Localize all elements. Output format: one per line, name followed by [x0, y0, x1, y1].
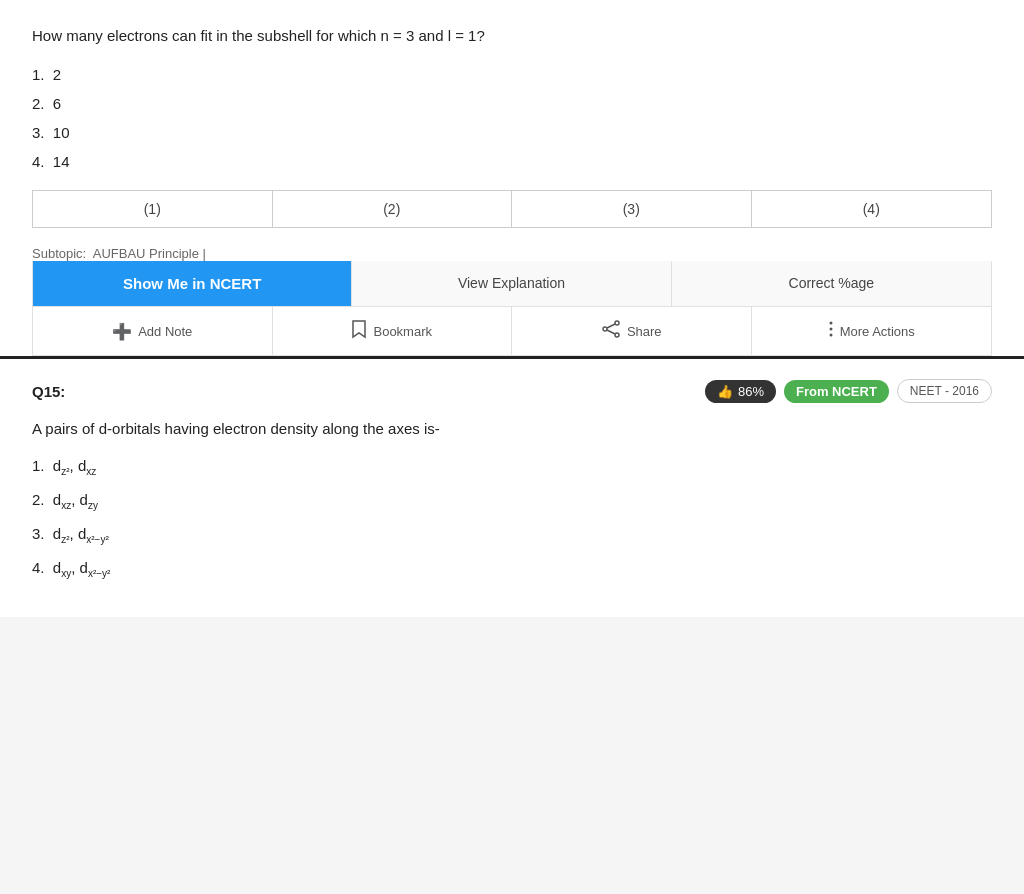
svg-point-1 — [615, 333, 619, 337]
option-2-value: 6 — [53, 95, 61, 112]
option-3-value: 10 — [53, 124, 70, 141]
exam-badge-label: NEET - 2016 — [910, 384, 979, 398]
question-15-options: 1. dz², dxz 2. dxz, dzy 3. dz², dx²−y² 4… — [32, 457, 992, 579]
like-badge: 👍 86% — [705, 380, 776, 403]
svg-point-6 — [829, 328, 832, 331]
q15-badges: 👍 86% From NCERT NEET - 2016 — [705, 379, 992, 403]
subtopic-value: AUFBAU Principle | — [93, 246, 206, 261]
action-bar: Show Me in NCERT View Explanation Correc… — [32, 261, 992, 307]
option-2[interactable]: 2. 6 — [32, 95, 992, 112]
more-actions-icon — [828, 320, 834, 342]
svg-point-0 — [615, 321, 619, 325]
more-actions-label: More Actions — [840, 324, 915, 339]
option-4-value: 14 — [53, 153, 70, 170]
add-note-button[interactable]: ➕ Add Note — [33, 307, 273, 355]
correct-percentage-button[interactable]: Correct %age — [672, 261, 991, 306]
option-1[interactable]: 1. 2 — [32, 66, 992, 83]
share-button[interactable]: Share — [512, 307, 752, 355]
option-3-number: 3. — [32, 124, 45, 141]
answer-cell-3[interactable]: (3) — [512, 191, 752, 227]
bookmark-button[interactable]: Bookmark — [273, 307, 513, 355]
ncert-badge: From NCERT — [784, 380, 889, 403]
question-14-block: How many electrons can fit in the subshe… — [0, 0, 1024, 356]
svg-point-7 — [829, 334, 832, 337]
q15-number: Q15: — [32, 383, 65, 400]
share-icon — [601, 320, 621, 342]
q15-option-2-number: 2. — [32, 491, 45, 508]
svg-line-4 — [607, 330, 615, 334]
view-explanation-button[interactable]: View Explanation — [352, 261, 671, 306]
option-4[interactable]: 4. 14 — [32, 153, 992, 170]
subtopic-row: Subtopic: AUFBAU Principle | — [32, 238, 992, 261]
q15-option-2[interactable]: 2. dxz, dzy — [32, 491, 992, 511]
question-14-options: 1. 2 2. 6 3. 10 4. 14 — [32, 66, 992, 170]
q15-header: Q15: 👍 86% From NCERT NEET - 2016 — [32, 379, 992, 403]
add-note-icon: ➕ — [112, 322, 132, 341]
q15-option-4[interactable]: 4. dxy, dx²−y² — [32, 559, 992, 579]
q15-option-4-number: 4. — [32, 559, 45, 576]
option-1-number: 1. — [32, 66, 45, 83]
show-ncert-button[interactable]: Show Me in NCERT — [33, 261, 352, 306]
exam-badge: NEET - 2016 — [897, 379, 992, 403]
q15-option-3[interactable]: 3. dz², dx²−y² — [32, 525, 992, 545]
option-3[interactable]: 3. 10 — [32, 124, 992, 141]
ncert-badge-label: From NCERT — [796, 384, 877, 399]
q15-option-1[interactable]: 1. dz², dxz — [32, 457, 992, 477]
svg-line-3 — [607, 324, 615, 328]
option-1-value: 2 — [53, 66, 61, 83]
q15-option-1-number: 1. — [32, 457, 45, 474]
question-15-text: A pairs of d-orbitals having electron de… — [32, 417, 992, 441]
add-note-label: Add Note — [138, 324, 192, 339]
share-label: Share — [627, 324, 662, 339]
answer-cell-1[interactable]: (1) — [33, 191, 273, 227]
more-actions-button[interactable]: More Actions — [752, 307, 992, 355]
answer-grid: (1) (2) (3) (4) — [32, 190, 992, 228]
q15-option-3-number: 3. — [32, 525, 45, 542]
question-14-text: How many electrons can fit in the subshe… — [32, 24, 992, 48]
icon-bar: ➕ Add Note Bookmark — [32, 307, 992, 356]
answer-cell-4[interactable]: (4) — [752, 191, 992, 227]
option-2-number: 2. — [32, 95, 45, 112]
svg-point-5 — [829, 322, 832, 325]
question-15-block: Q15: 👍 86% From NCERT NEET - 2016 A pair… — [0, 359, 1024, 617]
svg-point-2 — [603, 327, 607, 331]
page-container: How many electrons can fit in the subshe… — [0, 0, 1024, 617]
bookmark-icon — [351, 319, 367, 343]
answer-cell-2[interactable]: (2) — [273, 191, 513, 227]
bookmark-label: Bookmark — [373, 324, 432, 339]
like-percent: 86% — [738, 384, 764, 399]
thumbs-up-icon: 👍 — [717, 384, 733, 399]
option-4-number: 4. — [32, 153, 45, 170]
subtopic-label: Subtopic: — [32, 246, 86, 261]
